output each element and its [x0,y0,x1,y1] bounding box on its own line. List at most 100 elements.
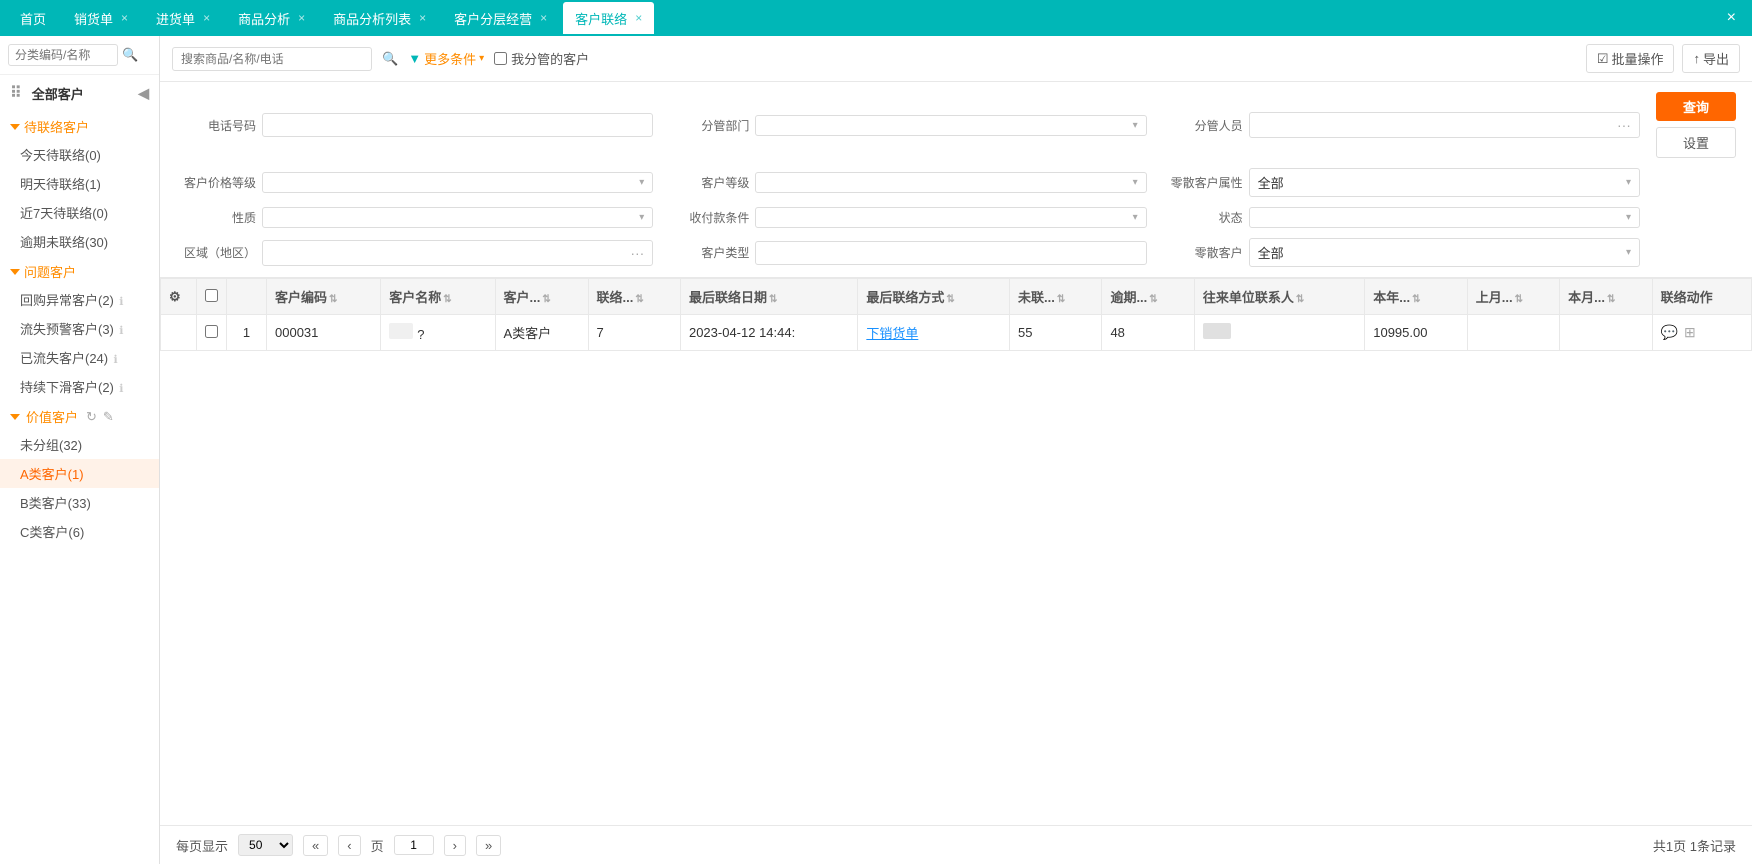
last-method-link[interactable]: 下销货单 [866,326,918,341]
top-nav: 首页 销货单 × 进货单 × 商品分析 × 商品分析列表 × 客户分层经营 × … [0,0,1752,36]
info-icon[interactable]: ℹ [119,383,123,395]
th-last-date[interactable]: 最后联络日期⇅ [680,279,857,315]
sidebar-group-value[interactable]: 价值客户 ↻ ✎ [0,401,159,430]
nav-tab-shangpin[interactable]: 商品分析 × [226,2,317,34]
th-overdue[interactable]: 逾期...⇅ [1102,279,1194,315]
row-checkbox[interactable] [205,325,218,338]
sidebar-item-today[interactable]: 今天待联络(0) [0,140,159,169]
sidebar-item-tomorrow[interactable]: 明天待联络(1) [0,169,159,198]
td-last-method[interactable]: 下销货单 [858,315,1010,351]
region-select[interactable]: ··· [262,240,653,266]
sort-icon: ⇅ [1515,294,1523,305]
scatter-select[interactable]: 全部 ▾ [1249,238,1640,267]
last-page-button[interactable]: » [476,835,501,856]
th-this-month[interactable]: 本月...⇅ [1560,279,1652,315]
filter-more-button[interactable]: ▼ 更多条件 ▾ [408,49,484,68]
sort-icon: ⇅ [329,294,337,305]
th-contacts[interactable]: 往来单位联系人⇅ [1194,279,1364,315]
sidebar-item-declining[interactable]: 持续下滑客户(2) ℹ [0,372,159,401]
info-icon[interactable]: ℹ [119,296,123,308]
table-header-row: ⚙ 客户编码⇅ 客户名称⇅ 客户...⇅ 联络...⇅ 最后联络日期⇅ 最后联络… [161,279,1752,315]
sort-icon: ⇅ [946,294,954,305]
cust-type-input[interactable] [755,241,1146,265]
sidebar-item-overdue[interactable]: 逾期未联络(30) [0,227,159,256]
th-checkbox[interactable] [197,279,227,315]
filter-search-icon[interactable]: 🔍 [382,51,398,67]
next-page-button[interactable]: › [444,835,466,856]
first-page-button[interactable]: « [303,835,328,856]
nav-tab-kehu-fen[interactable]: 客户分层经营 × [442,2,559,34]
th-name[interactable]: 客户名称⇅ [381,279,495,315]
sidebar-group-pending[interactable]: 待联络客户 [0,111,159,140]
sidebar-search-icon[interactable]: 🔍 [122,47,138,63]
my-customers-filter[interactable]: 我分管的客户 [494,49,589,68]
close-icon[interactable]: × [635,11,642,25]
td-overdue: 48 [1102,315,1194,351]
th-last-month[interactable]: 上月...⇅ [1467,279,1559,315]
filter-search-input[interactable] [172,47,372,71]
phone-label: 电话号码 [176,117,256,134]
close-icon[interactable]: × [540,11,547,25]
th-this-year[interactable]: 本年...⇅ [1365,279,1468,315]
prev-page-button[interactable]: ‹ [338,835,360,856]
close-icon[interactable]: × [203,11,210,25]
select-all-checkbox[interactable] [205,289,218,302]
all-customers-header[interactable]: ⠿ 全部客户 ◀ [0,75,159,111]
sidebar-item-c-class[interactable]: C类客户(6) [0,517,159,546]
info-icon[interactable]: ℹ [119,325,123,337]
nav-tab-kehu-lian[interactable]: 客户联络 × [563,2,654,34]
refresh-icon[interactable]: ↻ [86,409,97,425]
window-close-button[interactable]: × [1719,5,1744,31]
filter-row-4: 区域（地区） ··· 客户类型 零散客户 全部 ▾ [176,238,1736,267]
query-button[interactable]: 查询 [1656,92,1736,121]
th-type[interactable]: 客户...⇅ [495,279,588,315]
batch-operation-button[interactable]: ☑ 批量操作 [1586,44,1675,73]
info-icon[interactable]: ℹ [113,354,117,366]
sidebar-item-b-class[interactable]: B类客户(33) [0,488,159,517]
sidebar-item-ungroup[interactable]: 未分组(32) [0,430,159,459]
th-code[interactable]: 客户编码⇅ [267,279,381,315]
nav-tab-shangpin-list[interactable]: 商品分析列表 × [321,2,438,34]
edit-icon[interactable]: ✎ [103,409,114,425]
message-icon[interactable]: 💬 [1661,324,1678,341]
status-select[interactable]: ▾ [1249,207,1640,228]
page-size-select[interactable]: 50 100 200 [238,834,293,856]
sidebar-item-abnormal[interactable]: 回购异常客户(2) ℹ [0,285,159,314]
sidebar-group-problem[interactable]: 问题客户 [0,256,159,285]
price-level-select[interactable]: ▾ [262,172,653,193]
nav-tab-jinghuo[interactable]: 进货单 × [144,2,222,34]
sidebar-item-7days[interactable]: 近7天待联络(0) [0,198,159,227]
chevron-down-icon: ▾ [1626,247,1631,258]
close-icon[interactable]: × [121,11,128,25]
sidebar-search-input[interactable] [8,44,118,66]
th-contact[interactable]: 联络...⇅ [588,279,680,315]
page-number-input[interactable] [394,835,434,855]
cust-level-select[interactable]: ▾ [755,172,1146,193]
td-checkbox[interactable] [197,315,227,351]
nature-select[interactable]: ▾ [262,207,653,228]
table-row: 1 000031 ? A类客户 7 2023-04-12 14:44: 下销货单… [161,315,1752,351]
price-level-label: 客户价格等级 [176,174,256,191]
th-last-method[interactable]: 最后联络方式⇅ [858,279,1010,315]
phone-input[interactable] [262,113,653,137]
th-gear[interactable]: ⚙ [161,279,197,315]
scatter-attr-select[interactable]: 全部 ▾ [1249,168,1640,197]
export-button[interactable]: ↑ 导出 [1682,44,1740,73]
my-customers-checkbox[interactable] [494,52,507,65]
nav-home[interactable]: 首页 [8,2,58,34]
close-icon[interactable]: × [419,11,426,25]
payment-select[interactable]: ▾ [755,207,1146,228]
setting-button[interactable]: 设置 [1656,127,1736,158]
qr-icon[interactable]: ⊞ [1684,324,1696,341]
dept-select[interactable]: ▾ [755,115,1146,136]
collapse-icon[interactable]: ◀ [138,85,149,102]
sidebar-item-a-class[interactable]: A类客户(1) [0,459,159,488]
sidebar-item-churn-warning[interactable]: 流失预警客户(3) ℹ [0,314,159,343]
person-label: 分管人员 [1163,117,1243,134]
sidebar-item-churned[interactable]: 已流失客户(24) ℹ [0,343,159,372]
person-select[interactable]: ··· [1249,112,1640,138]
th-not-contacted[interactable]: 未联...⇅ [1010,279,1102,315]
nav-tab-xiaohuo[interactable]: 销货单 × [62,2,140,34]
close-icon[interactable]: × [298,11,305,25]
nature-label: 性质 [176,209,256,226]
